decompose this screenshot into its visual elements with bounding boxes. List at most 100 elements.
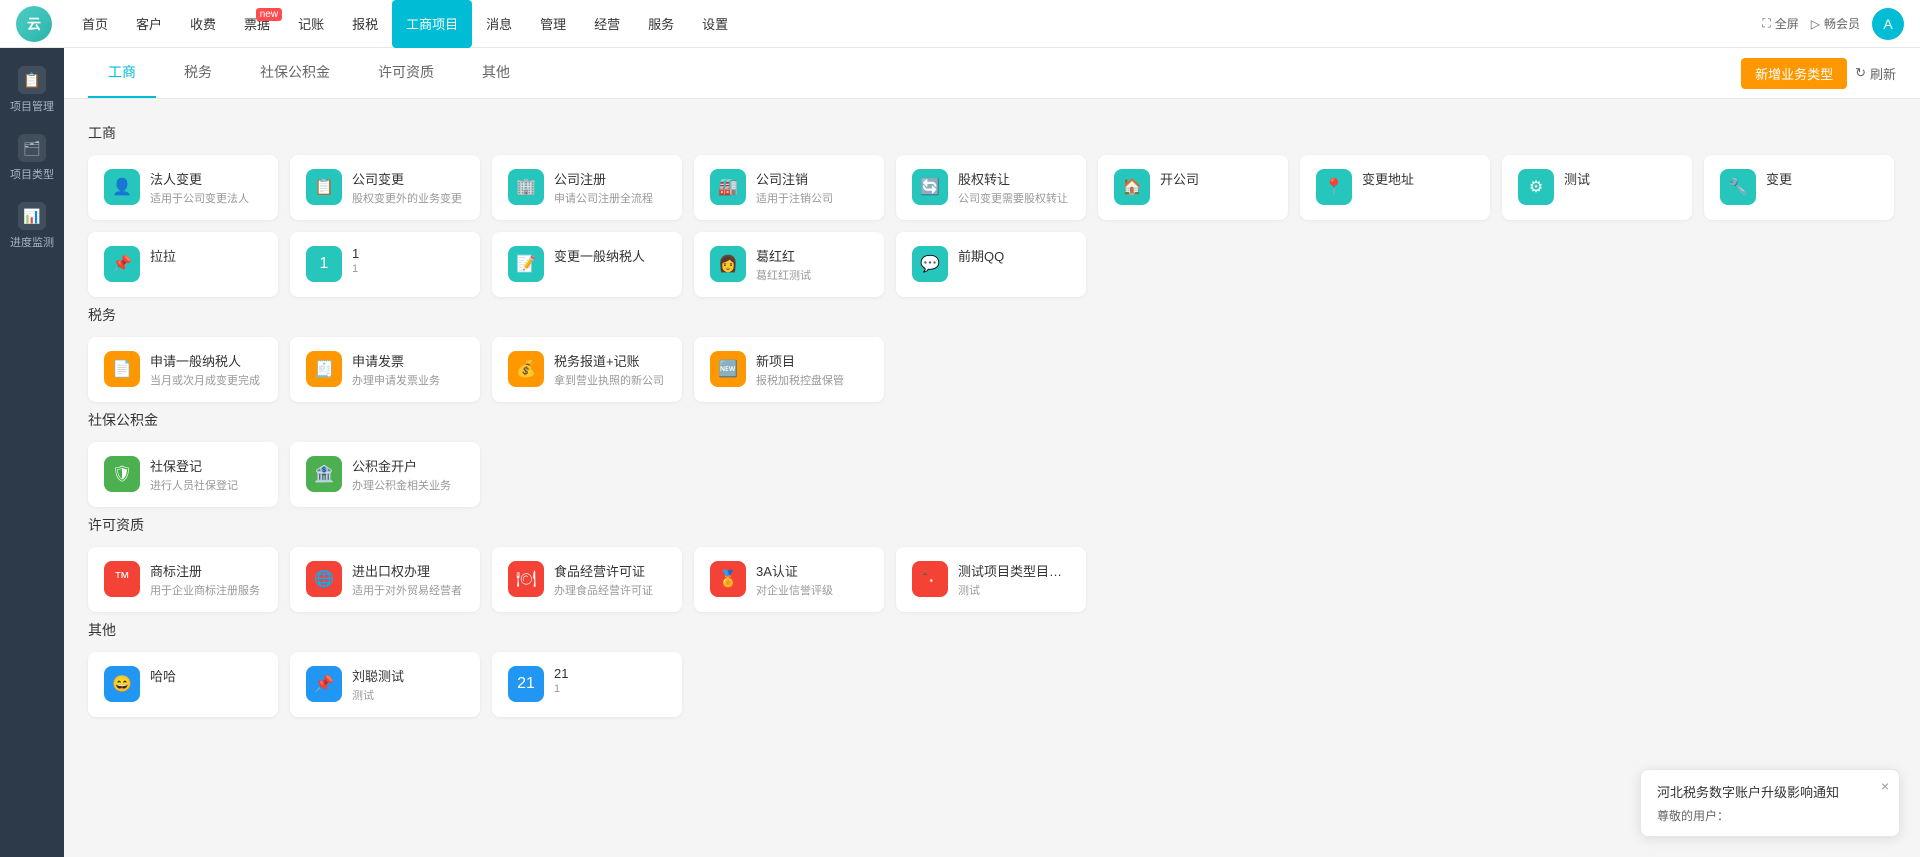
section-title: 社保公积金: [88, 410, 1896, 430]
card-公积金开户[interactable]: 🏦 公积金开户 办理公积金相关业务: [290, 442, 480, 507]
card-法人变更[interactable]: 👤 法人变更 适用于公司变更法人: [88, 155, 278, 220]
tab-许可资质[interactable]: 许可资质: [358, 48, 454, 98]
nav-items: 首页客户收费票据new记账报税工商项目消息管理经营服务设置: [68, 0, 1762, 48]
card-前期QQ[interactable]: 💬 前期QQ: [896, 232, 1086, 297]
card-icon: 🏅: [710, 561, 746, 597]
card-公司变更[interactable]: 📋 公司变更 股权变更外的业务变更: [290, 155, 480, 220]
card-新项目[interactable]: 🆕 新项目 报税加税控盘保管: [694, 337, 884, 402]
card-title: 开公司: [1160, 169, 1272, 188]
card-icon: 1: [306, 246, 342, 282]
card-进出口权办理[interactable]: 🌐 进出口权办理 适用于对外贸易经营者: [290, 547, 480, 612]
card-desc: 办理申请发票业务: [352, 372, 464, 388]
card-desc: 用于企业商标注册服务: [150, 582, 262, 598]
logo-text: 云: [27, 14, 41, 34]
card-desc: 当月或次月成变更完成: [150, 372, 262, 388]
card-title: 3A认证: [756, 561, 868, 580]
card-申请发票[interactable]: 🧾 申请发票 办理申请发票业务: [290, 337, 480, 402]
card-葛红红[interactable]: 👩 葛红红 葛红红测试: [694, 232, 884, 297]
user-avatar[interactable]: A: [1872, 8, 1904, 40]
card-测试项目类型目定义[interactable]: 🔖 测试项目类型目定义 测试: [896, 547, 1086, 612]
nav-item-首页[interactable]: 首页: [68, 0, 122, 48]
nav-item-报税[interactable]: 报税: [338, 0, 392, 48]
add-business-type-button[interactable]: 新增业务类型: [1741, 58, 1847, 89]
card-变更[interactable]: 🔧 变更: [1704, 155, 1894, 220]
notification-title: 河北税务数字账户升级影响通知: [1657, 782, 1867, 801]
fullscreen-label: 全屏: [1775, 15, 1799, 32]
card-商标注册[interactable]: ™ 商标注册 用于企业商标注册服务: [88, 547, 278, 612]
tab-其他[interactable]: 其他: [462, 48, 530, 98]
nav-item-管理[interactable]: 管理: [526, 0, 580, 48]
card-text: 公司变更 股权变更外的业务变更: [352, 169, 464, 206]
cards-grid: ™ 商标注册 用于企业商标注册服务 🌐 进出口权办理 适用于对外贸易经营者 🍽 …: [88, 547, 1896, 612]
refresh-button[interactable]: ↻ 刷新: [1855, 64, 1896, 83]
sidebar-icon: 📋: [18, 66, 46, 94]
card-text: 公司注销 适用于注销公司: [756, 169, 868, 206]
fullscreen-button[interactable]: ⛶ 全屏: [1762, 15, 1798, 32]
card-哈哈[interactable]: 😄 哈哈: [88, 652, 278, 717]
nav-item-客户[interactable]: 客户: [122, 0, 176, 48]
nav-item-消息[interactable]: 消息: [472, 0, 526, 48]
card-公司注册[interactable]: 🏢 公司注册 申请公司注册全流程: [492, 155, 682, 220]
card-申请一般纳税人[interactable]: 📄 申请一般纳税人 当月或次月成变更完成: [88, 337, 278, 402]
card-icon: 🔧: [1720, 169, 1756, 205]
card-税务报道+记账[interactable]: 💰 税务报道+记账 拿到营业执照的新公司: [492, 337, 682, 402]
card-desc: 1: [554, 683, 666, 695]
card-icon: 📍: [1316, 169, 1352, 205]
card-21[interactable]: 21 21 1: [492, 652, 682, 717]
card-title: 1: [352, 246, 464, 261]
notification-close-button[interactable]: ×: [1881, 778, 1889, 794]
nav-item-票据[interactable]: 票据new: [230, 0, 284, 48]
nav-item-记账[interactable]: 记账: [284, 0, 338, 48]
card-股权转让[interactable]: 🔄 股权转让 公司变更需要股权转让: [896, 155, 1086, 220]
tabs-bar: 工商税务社保公积金许可资质其他 新增业务类型 ↻ 刷新: [64, 48, 1920, 99]
card-title: 前期QQ: [958, 246, 1070, 265]
card-desc: 适用于对外贸易经营者: [352, 582, 464, 598]
sidebar-item-进度监测[interactable]: 📊 进度监测: [0, 192, 64, 260]
sidebar-label: 项目类型: [10, 166, 54, 182]
member-button[interactable]: ▷ 畅会员: [1811, 15, 1860, 32]
nav-item-设置[interactable]: 设置: [688, 0, 742, 48]
card-icon: 💰: [508, 351, 544, 387]
nav-item-收费[interactable]: 收费: [176, 0, 230, 48]
card-text: 变更一般纳税人: [554, 246, 666, 265]
tab-社保公积金[interactable]: 社保公积金: [240, 48, 350, 98]
card-text: 进出口权办理 适用于对外贸易经营者: [352, 561, 464, 598]
card-刘聪测试[interactable]: 📌 刘聪测试 测试: [290, 652, 480, 717]
card-icon: 🌐: [306, 561, 342, 597]
tabs-actions: 新增业务类型 ↻ 刷新: [1741, 58, 1896, 89]
card-text: 前期QQ: [958, 246, 1070, 265]
sidebar-item-项目管理[interactable]: 📋 项目管理: [0, 56, 64, 124]
card-text: 葛红红 葛红红测试: [756, 246, 868, 283]
card-食品经营许可证[interactable]: 🍽 食品经营许可证 办理食品经营许可证: [492, 547, 682, 612]
card-测试[interactable]: ⚙ 测试: [1502, 155, 1692, 220]
card-icon: 👩: [710, 246, 746, 282]
refresh-icon: ↻: [1855, 65, 1866, 81]
card-title: 法人变更: [150, 169, 262, 188]
card-变更地址[interactable]: 📍 变更地址: [1300, 155, 1490, 220]
card-icon: 21: [508, 666, 544, 702]
card-desc: 葛红红测试: [756, 267, 868, 283]
card-开公司[interactable]: 🏠 开公司: [1098, 155, 1288, 220]
card-text: 食品经营许可证 办理食品经营许可证: [554, 561, 666, 598]
card-3A认证[interactable]: 🏅 3A认证 对企业信誉评级: [694, 547, 884, 612]
nav-item-经营[interactable]: 经营: [580, 0, 634, 48]
tab-工商[interactable]: 工商: [88, 48, 156, 98]
card-拉拉[interactable]: 📌 拉拉: [88, 232, 278, 297]
tab-税务[interactable]: 税务: [164, 48, 232, 98]
card-title: 变更: [1766, 169, 1878, 188]
nav-item-服务[interactable]: 服务: [634, 0, 688, 48]
card-title: 21: [554, 666, 666, 681]
cards-grid: 📄 申请一般纳税人 当月或次月成变更完成 🧾 申请发票 办理申请发票业务 💰 税…: [88, 337, 1896, 402]
cards-grid: 👤 法人变更 适用于公司变更法人 📋 公司变更 股权变更外的业务变更 🏢 公司注…: [88, 155, 1896, 297]
notification-body: 尊敬的用户：: [1657, 807, 1883, 824]
sidebar-item-项目类型[interactable]: 🗂 项目类型: [0, 124, 64, 192]
nav-item-工商项目[interactable]: 工商项目: [392, 0, 472, 48]
card-desc: 1: [352, 263, 464, 275]
card-title: 葛红红: [756, 246, 868, 265]
card-icon: ⚙: [1518, 169, 1554, 205]
card-公司注销[interactable]: 🏭 公司注销 适用于注销公司: [694, 155, 884, 220]
card-社保登记[interactable]: 🛡 社保登记 进行人员社保登记: [88, 442, 278, 507]
card-desc: 测试: [352, 687, 464, 703]
card-1[interactable]: 1 1 1: [290, 232, 480, 297]
card-变更一般纳税人[interactable]: 📝 变更一般纳税人: [492, 232, 682, 297]
